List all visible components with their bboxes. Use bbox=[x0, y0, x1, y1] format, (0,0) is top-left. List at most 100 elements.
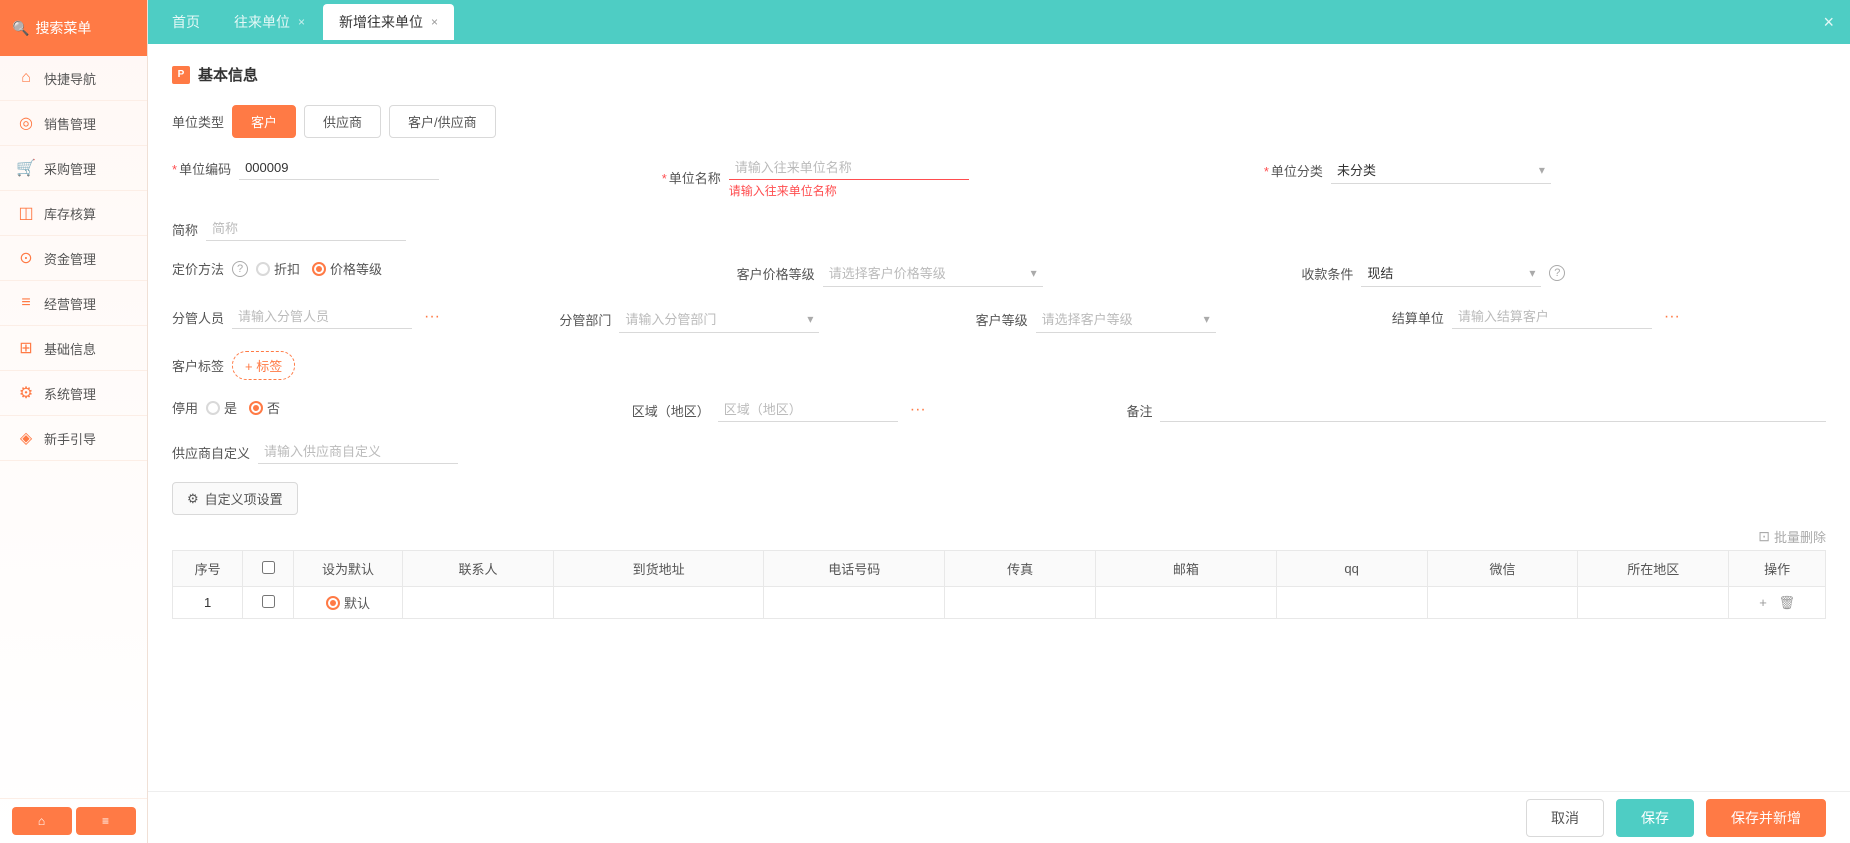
basic-info-icon: ⊞ bbox=[16, 338, 36, 358]
unit-type-btn-group: 客户 供应商 客户/供应商 bbox=[232, 105, 496, 138]
chevron-down-icon-5: ▾ bbox=[1204, 312, 1210, 326]
tab-partner-list[interactable]: 往来单位 × bbox=[218, 4, 321, 40]
search-menu-btn[interactable]: 🔍 搜索菜单 bbox=[0, 10, 147, 46]
department-select[interactable]: 请输入分管部门 ▾ bbox=[619, 305, 819, 333]
region-table-input[interactable] bbox=[1613, 595, 1693, 610]
region-dots-btn[interactable]: ··· bbox=[906, 401, 930, 419]
unit-type-supplier-btn[interactable]: 供应商 bbox=[304, 105, 381, 138]
sidebar-item-purchase[interactable]: 🛒 采购管理 bbox=[0, 146, 147, 191]
unit-type-customer-btn[interactable]: 客户 bbox=[232, 105, 296, 138]
customer-price-level-group: 客户价格等级 请选择客户价格等级 ▾ bbox=[737, 259, 1262, 287]
main-area: 首页 往来单位 × 新增往来单位 × × P 基本信息 单位类型 客户 供应商 bbox=[148, 0, 1850, 843]
supplier-custom-row: 供应商自定义 bbox=[172, 440, 1826, 464]
cell-fax[interactable] bbox=[945, 587, 1096, 619]
payment-terms-label: 收款条件 bbox=[1301, 264, 1353, 283]
sidebar-bottom-btn-2[interactable]: ≡ bbox=[76, 807, 136, 835]
add-tag-btn[interactable]: + 标签 bbox=[232, 351, 295, 380]
cell-email[interactable] bbox=[1096, 587, 1277, 619]
phone-input[interactable] bbox=[804, 595, 904, 610]
sidebar-item-finance[interactable]: ⊙ 资金管理 bbox=[0, 236, 147, 281]
disabled-radio-group: 是 否 bbox=[206, 398, 280, 417]
cell-phone[interactable] bbox=[764, 587, 945, 619]
pricing-radio-group: 折扣 价格等级 bbox=[256, 259, 382, 278]
cell-contact[interactable] bbox=[403, 587, 554, 619]
yes-radio-circle bbox=[206, 401, 220, 415]
sidebar-item-operations[interactable]: ≡ 经营管理 bbox=[0, 281, 147, 326]
sidebar-item-basic-info[interactable]: ⊞ 基础信息 bbox=[0, 326, 147, 371]
unit-category-select[interactable]: 未分类 ▾ bbox=[1331, 156, 1551, 184]
tag-btn-label: + 标签 bbox=[245, 356, 282, 375]
tab-home[interactable]: 首页 bbox=[156, 4, 216, 40]
custom-settings-label: 自定义项设置 bbox=[205, 489, 283, 508]
yes-radio[interactable]: 是 bbox=[206, 398, 237, 417]
sidebar-item-sales[interactable]: ◎ 销售管理 bbox=[0, 101, 147, 146]
contact-input[interactable] bbox=[438, 595, 518, 610]
section-header: P 基本信息 bbox=[172, 64, 1826, 85]
sidebar-item-quick-nav[interactable]: ⌂ 快捷导航 bbox=[0, 56, 147, 101]
sidebar-item-guide[interactable]: ◈ 新手引导 bbox=[0, 416, 147, 461]
customer-price-level-select[interactable]: 请选择客户价格等级 ▾ bbox=[823, 259, 1043, 287]
tab-add-partner[interactable]: 新增往来单位 × bbox=[323, 4, 454, 40]
abbr-input[interactable] bbox=[206, 217, 406, 241]
col-region: 所在地区 bbox=[1578, 551, 1729, 587]
delete-row-btn[interactable]: 🗑 bbox=[1778, 595, 1795, 610]
sidebar-item-label: 采购管理 bbox=[44, 159, 96, 178]
col-default: 设为默认 bbox=[293, 551, 402, 587]
price-level-label: 价格等级 bbox=[330, 259, 382, 278]
cancel-button[interactable]: 取消 bbox=[1526, 799, 1604, 837]
settlement-unit-input[interactable] bbox=[1452, 305, 1652, 329]
email-input[interactable] bbox=[1136, 595, 1236, 610]
tab-add-partner-label: 新增往来单位 bbox=[339, 12, 423, 32]
address-input[interactable] bbox=[599, 595, 719, 610]
payment-terms-select[interactable]: 现结 ▾ bbox=[1361, 259, 1541, 287]
manager-dots-btn[interactable]: ··· bbox=[420, 308, 444, 326]
batch-delete-label[interactable]: 批量删除 bbox=[1774, 527, 1826, 546]
payment-help-icon[interactable]: ? bbox=[1549, 265, 1565, 281]
customer-tag-label: 客户标签 bbox=[172, 356, 224, 375]
sidebar-item-inventory[interactable]: ◫ 库存核算 bbox=[0, 191, 147, 236]
cell-wechat[interactable] bbox=[1427, 587, 1578, 619]
remark-input[interactable] bbox=[1160, 398, 1826, 422]
price-level-radio[interactable]: 价格等级 bbox=[312, 259, 382, 278]
col-phone: 电话号码 bbox=[764, 551, 945, 587]
sidebar-bottom-btn-1[interactable]: ⌂ bbox=[12, 807, 72, 835]
pricing-help-icon[interactable]: ? bbox=[232, 261, 248, 277]
unit-type-both-btn[interactable]: 客户/供应商 bbox=[389, 105, 496, 138]
cell-qq[interactable] bbox=[1276, 587, 1427, 619]
save-button[interactable]: 保存 bbox=[1616, 799, 1694, 837]
region-input[interactable] bbox=[718, 398, 898, 422]
customer-price-level-label: 客户价格等级 bbox=[737, 264, 815, 283]
tab-partner-list-close[interactable]: × bbox=[298, 15, 305, 29]
tab-add-partner-close[interactable]: × bbox=[431, 15, 438, 29]
unit-code-input[interactable] bbox=[239, 156, 439, 180]
cell-region[interactable] bbox=[1578, 587, 1729, 619]
settlement-unit-dots-btn[interactable]: ··· bbox=[1660, 308, 1684, 326]
qq-input[interactable] bbox=[1312, 595, 1392, 610]
wechat-input[interactable] bbox=[1462, 595, 1542, 610]
purchase-icon: 🛒 bbox=[16, 158, 36, 178]
unit-name-input[interactable] bbox=[729, 156, 969, 180]
supplier-custom-input[interactable] bbox=[258, 440, 458, 464]
fax-input[interactable] bbox=[980, 595, 1060, 610]
save-add-button[interactable]: 保存并新增 bbox=[1706, 799, 1826, 837]
table-select-all[interactable] bbox=[262, 561, 275, 574]
sidebar-item-label: 基础信息 bbox=[44, 339, 96, 358]
supplier-custom-label: 供应商自定义 bbox=[172, 443, 250, 462]
add-row-btn[interactable]: + bbox=[1759, 595, 1767, 610]
custom-settings-btn[interactable]: ⚙ 自定义项设置 bbox=[172, 482, 298, 515]
no-radio[interactable]: 否 bbox=[249, 398, 280, 417]
close-all-tabs-btn[interactable]: × bbox=[1815, 12, 1842, 33]
section-icon: P bbox=[172, 66, 190, 84]
discount-radio[interactable]: 折扣 bbox=[256, 259, 300, 278]
cell-address[interactable] bbox=[553, 587, 764, 619]
manager-input[interactable] bbox=[232, 305, 412, 329]
default-radio-item[interactable]: 默认 bbox=[304, 593, 392, 612]
row-checkbox[interactable] bbox=[262, 595, 275, 608]
department-placeholder: 请输入分管部门 bbox=[625, 309, 803, 328]
sidebar-item-system[interactable]: ⚙ 系统管理 bbox=[0, 371, 147, 416]
customer-level-select[interactable]: 请选择客户等级 ▾ bbox=[1036, 305, 1216, 333]
chevron-down-icon-2: ▾ bbox=[1031, 266, 1037, 280]
inventory-icon: ◫ bbox=[16, 203, 36, 223]
chevron-down-icon: ▾ bbox=[1539, 163, 1545, 177]
discount-label: 折扣 bbox=[274, 259, 300, 278]
